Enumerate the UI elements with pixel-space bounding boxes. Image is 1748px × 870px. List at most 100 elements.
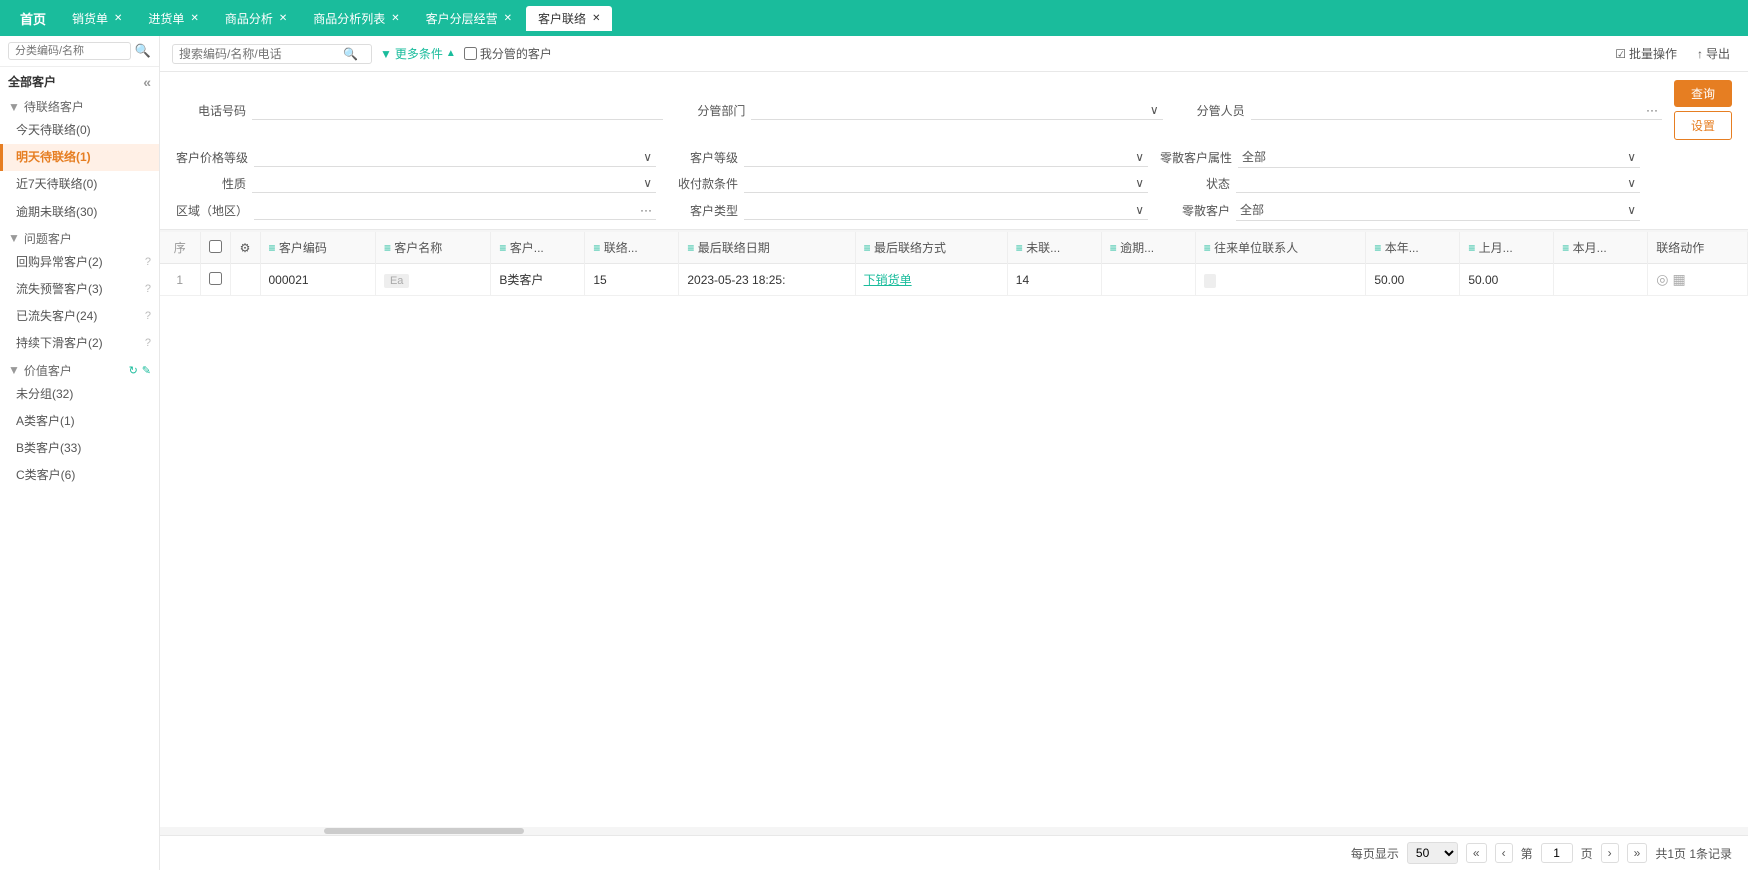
cell-code: 000021 [260,264,375,296]
close-icon[interactable]: ✕ [504,13,512,24]
pagination: 每页显示 50 100 200 « ‹ 第 页 › » 共1页 1条记录 [160,835,1748,870]
filter-dept: 分管部门 ∨ [675,101,1162,120]
nav-item-sales[interactable]: 销货单 ✕ [60,6,134,31]
col-header-unit-contact[interactable]: ≡ 往来单位联系人 [1195,232,1366,264]
sidebar-item-overdue[interactable]: 逾期未联络(30) [0,199,159,226]
close-icon[interactable]: ✕ [592,13,600,24]
close-icon[interactable]: ✕ [279,13,287,24]
filter-row-3: 性质 ∨ 收付款条件 ∨ 状态 [176,174,1732,193]
col-header-this-year[interactable]: ≡ 本年... [1366,232,1460,264]
more-conditions-button[interactable]: ▼ 更多条件 ▲ [380,45,456,62]
info-icon: ? [145,308,151,326]
phone-input[interactable] [252,101,663,120]
col-header-contact[interactable]: ≡ 联络... [585,232,679,264]
status-select[interactable]: ∨ [1236,174,1640,193]
pending-contact-group: ▼ 待联络客户 [0,94,159,117]
grid-action-icon[interactable]: ▦ [1673,271,1686,288]
search-icon[interactable]: 🔍 [343,47,358,61]
cell-check[interactable] [200,264,230,296]
sidebar-item-today[interactable]: 今天待联络(0) [0,117,159,144]
sidebar-item-churned[interactable]: 已流失客户(24) ? [0,303,159,330]
chevron-down-icon: ∨ [1627,176,1636,190]
batch-operation-button[interactable]: ☑ 批量操作 [1609,42,1683,65]
content-area: 🔍 ▼ 更多条件 ▲ 我分管的客户 ☑ 批量操作 ↑ 导出 [160,36,1748,870]
first-page-button[interactable]: « [1466,843,1487,863]
nav-item-goods-analysis[interactable]: 商品分析 ✕ [213,6,299,31]
refresh-icon[interactable]: ↻ [129,364,138,377]
per-page-select[interactable]: 50 100 200 [1407,842,1458,864]
row-checkbox[interactable] [209,272,222,285]
export-button[interactable]: ↑ 导出 [1691,42,1736,65]
last-method-link[interactable]: 下销货单 [864,273,912,287]
nav-item-goods-analysis-list[interactable]: 商品分析列表 ✕ [301,6,411,31]
chevron-up-icon: ▲ [446,48,456,59]
col-header-this-month[interactable]: ≡ 本月... [1554,232,1648,264]
query-button[interactable]: 查询 [1674,80,1732,107]
contact-action-icon[interactable]: ◎ [1656,271,1668,288]
price-level-select[interactable]: ∨ [254,148,656,167]
next-page-button[interactable]: › [1601,843,1619,863]
customer-level-select[interactable]: ∨ [744,148,1148,167]
dept-select[interactable]: ∨ [751,101,1162,120]
col-header-overdue[interactable]: ≡ 逾期... [1101,232,1195,264]
collapse-icon[interactable]: « [143,74,151,90]
col-header-last-month[interactable]: ≡ 上月... [1460,232,1554,264]
col-header-check[interactable] [200,232,230,264]
nav-item-home[interactable]: 首页 [8,5,58,32]
search-icon[interactable]: 🔍 [135,43,151,59]
nature-select[interactable]: ∨ [252,174,656,193]
manager-select[interactable]: ··· [1251,101,1662,120]
close-icon[interactable]: ✕ [114,13,122,24]
sidebar-item-tomorrow[interactable]: 明天待联络(1) [0,144,159,171]
horizontal-scrollbar[interactable] [160,827,1748,835]
col-header-gear[interactable]: ⚙ [230,232,260,264]
region-select[interactable]: ··· [254,201,656,220]
retail-select[interactable]: 全部 ∨ [1236,199,1640,221]
col-header-type[interactable]: ≡ 客户... [491,232,585,264]
problem-customers-group: ▼ 问题客户 [0,226,159,249]
chevron-down-icon: ∨ [643,150,652,164]
chevron-down-icon: ▼ [8,231,20,245]
sidebar-search-area: 🔍 [0,36,159,67]
sidebar-item-week[interactable]: 近7天待联络(0) [0,171,159,198]
sidebar-search-input[interactable] [8,42,131,60]
search-bar: 🔍 ▼ 更多条件 ▲ 我分管的客户 ☑ 批量操作 ↑ 导出 [160,36,1748,72]
my-customers-checkbox[interactable] [464,47,477,60]
status-label: 状态 [1160,175,1230,192]
sort-icon: ≡ [687,241,694,255]
scroll-thumb[interactable] [324,828,524,834]
set-button[interactable]: 设置 [1674,111,1732,140]
sidebar-item-type-a[interactable]: A类客户(1) [0,408,159,435]
sidebar-item-ungrouped[interactable]: 未分组(32) [0,381,159,408]
cell-contact: 15 [585,264,679,296]
col-header-last-method[interactable]: ≡ 最后联络方式 [855,232,1007,264]
sidebar-item-churn-warning[interactable]: 流失预警客户(3) ? [0,276,159,303]
close-icon[interactable]: ✕ [391,13,399,24]
sort-icon: ≡ [1562,241,1569,255]
search-input[interactable] [179,47,339,61]
col-header-no-contact[interactable]: ≡ 未联... [1007,232,1101,264]
page-number-input[interactable] [1541,843,1573,863]
customer-type-select[interactable]: ∨ [744,201,1148,220]
retail-attr-select[interactable]: 全部 ∨ [1238,146,1640,168]
close-icon[interactable]: ✕ [190,13,198,24]
nav-item-customer-layer[interactable]: 客户分层经营 ✕ [414,6,524,31]
payment-select[interactable]: ∨ [744,174,1148,193]
nav-item-customer-contact[interactable]: 客户联络 ✕ [526,6,612,31]
sidebar-item-declining[interactable]: 持续下滑客户(2) ? [0,330,159,357]
sidebar-item-type-b[interactable]: B类客户(33) [0,435,159,462]
unit-contact-badge [1204,274,1216,288]
last-page-button[interactable]: » [1627,843,1648,863]
col-header-code[interactable]: ≡ 客户编码 [260,232,375,264]
customer-type-label: 客户类型 [668,202,738,219]
edit-icon[interactable]: ✎ [142,364,151,377]
select-all-checkbox[interactable] [209,240,222,253]
prev-page-button[interactable]: ‹ [1495,843,1513,863]
col-header-last-date[interactable]: ≡ 最后联络日期 [679,232,855,264]
sidebar-item-repurchase-abnormal[interactable]: 回购异常客户(2) ? [0,249,159,276]
nav-item-purchase[interactable]: 进货单 ✕ [136,6,210,31]
sort-icon: ≡ [1016,241,1023,255]
cell-last-method[interactable]: 下销货单 [855,264,1007,296]
sidebar-item-type-c[interactable]: C类客户(6) [0,462,159,489]
col-header-name[interactable]: ≡ 客户名称 [375,232,490,264]
